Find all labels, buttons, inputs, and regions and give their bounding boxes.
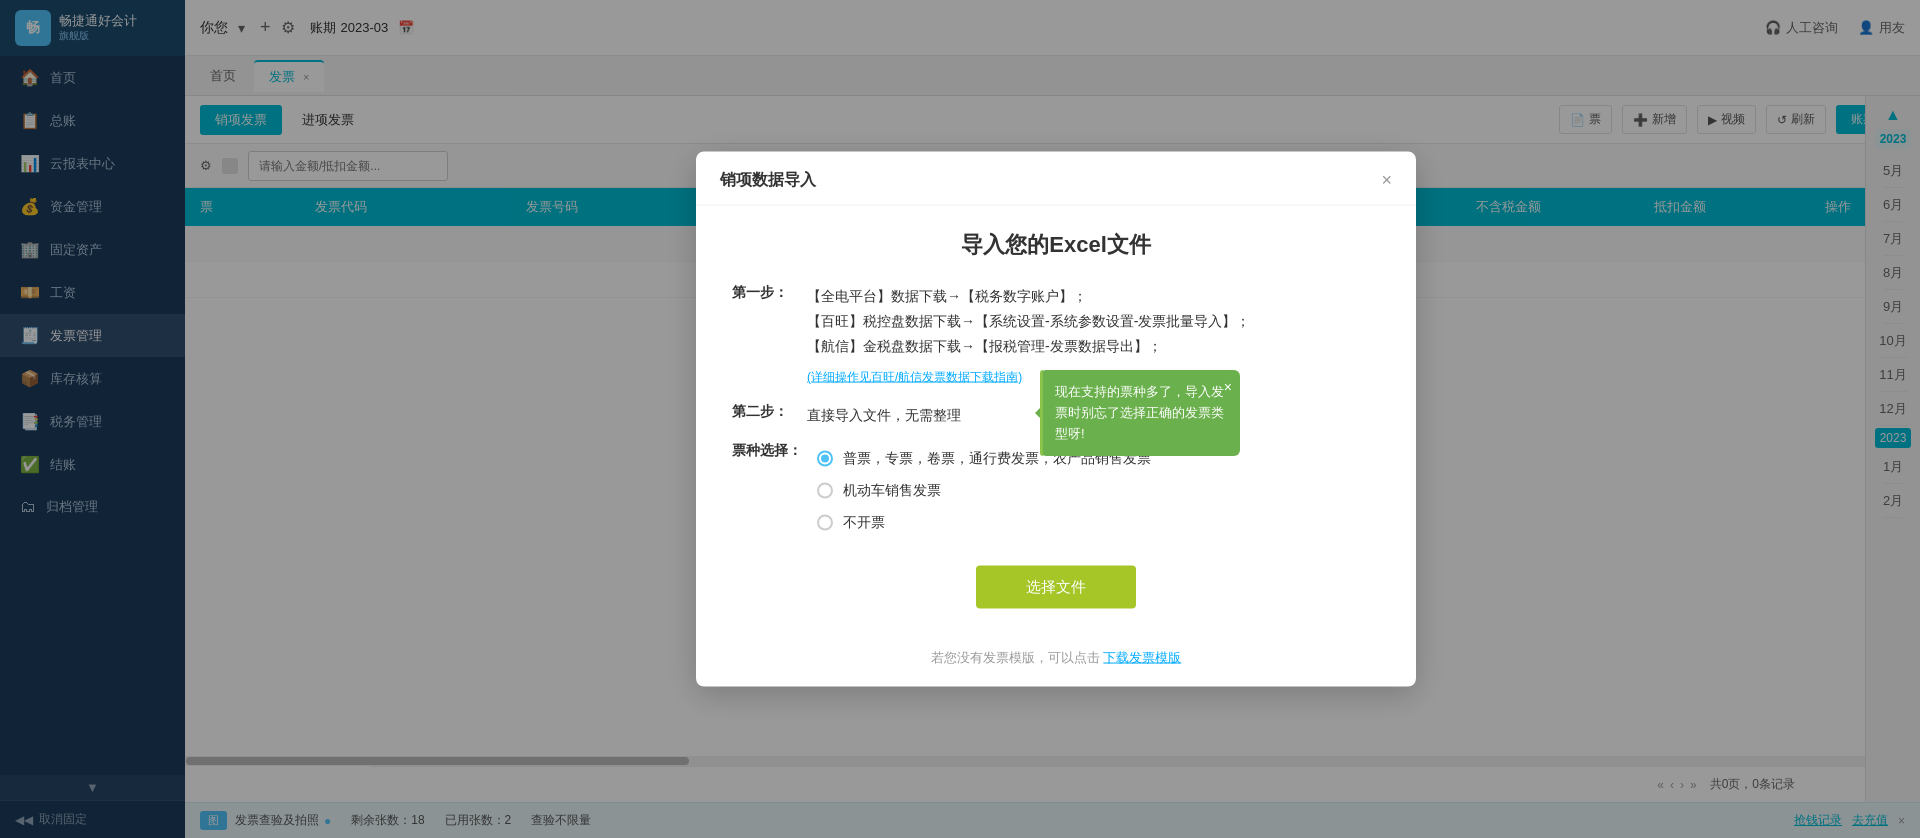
tooltip-close-icon[interactable]: ×	[1224, 376, 1232, 398]
radio-label-motor: 机动车销售发票	[843, 481, 941, 499]
step1-line2: 【百旺】税控盘数据下载→【系统设置-系统参数设置-发票批量导入】；	[807, 309, 1380, 334]
tooltip-content: 现在支持的票种多了，导入发票时别忘了选择正确的发票类型呀!	[1055, 384, 1224, 441]
radio-noticket[interactable]: 不开票	[817, 513, 1151, 531]
dialog-title: 销项数据导入	[720, 170, 816, 191]
ticket-type-row: 票种选择： 普票，专票，卷票，通行费发票，农产品销售发票 机动车销售发票 不开票	[732, 441, 1380, 545]
radio-motor[interactable]: 机动车销售发票	[817, 481, 1151, 499]
step2-label: 第二步：	[732, 402, 802, 427]
select-file-button[interactable]: 选择文件	[976, 565, 1136, 608]
guide-link[interactable]: (详细操作见百旺/航信发票数据下载指南)	[807, 369, 1022, 383]
radio-label-noticket: 不开票	[843, 513, 885, 531]
dialog-header: 销项数据导入 ×	[696, 152, 1416, 206]
footer-text: 若您没有发票模版，可以点击	[931, 649, 1100, 664]
step1-line1: 【全电平台】数据下载→【税务数字账户】；	[807, 284, 1380, 309]
dialog-close-icon[interactable]: ×	[1381, 170, 1392, 191]
step1-line3: 【航信】金税盘数据下载→【报税管理-发票数据导出】；	[807, 334, 1380, 359]
dialog-footer: 若您没有发票模版，可以点击 下载发票模版	[696, 638, 1416, 686]
step1-label: 第一步：	[732, 284, 802, 389]
radio-btn-motor[interactable]	[817, 482, 833, 498]
ticket-type-label: 票种选择：	[732, 441, 812, 459]
radio-btn-noticket[interactable]	[817, 514, 833, 530]
tooltip: × 现在支持的票种多了，导入发票时别忘了选择正确的发票类型呀!	[1040, 370, 1240, 456]
radio-group: 普票，专票，卷票，通行费发票，农产品销售发票 机动车销售发票 不开票	[817, 449, 1151, 545]
download-template-link[interactable]: 下载发票模版	[1103, 649, 1181, 664]
dialog-main-title: 导入您的Excel文件	[732, 230, 1380, 260]
radio-btn-normal[interactable]	[817, 450, 833, 466]
tooltip-bar	[1040, 370, 1043, 456]
